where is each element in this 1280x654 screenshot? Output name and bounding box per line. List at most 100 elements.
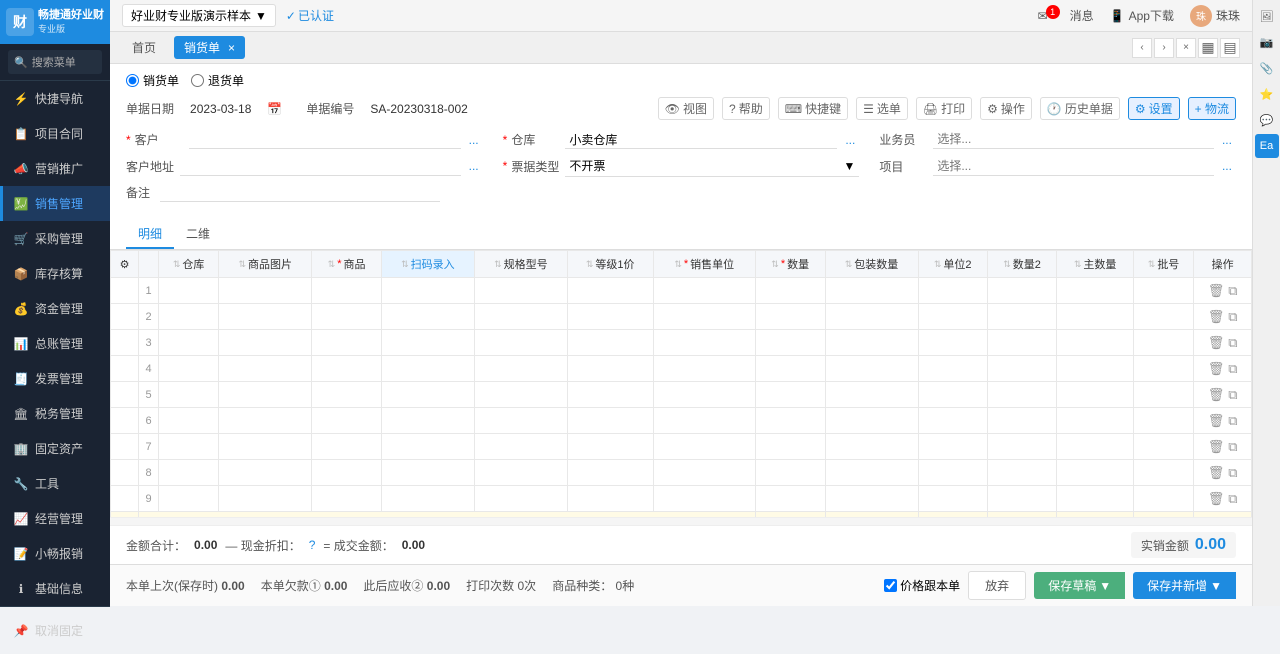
invoice-select[interactable]: 不开票 ▼ [565, 155, 859, 177]
cell-qty2[interactable] [987, 278, 1056, 304]
delete-row-btn[interactable]: 🗑 [1208, 465, 1225, 481]
tab-home[interactable]: 首页 [122, 35, 166, 60]
sidebar-item-capital[interactable]: 💰 资金管理 [0, 291, 110, 326]
cell-scan[interactable] [381, 278, 474, 304]
sort-icon[interactable]: ⇅ [845, 259, 853, 270]
tab-prev-button[interactable]: ‹ [1132, 38, 1152, 58]
sidebar-item-operation[interactable]: 📈 经营管理 [0, 501, 110, 536]
cell-product-img[interactable] [219, 304, 312, 330]
tab-close-icon[interactable]: × [228, 41, 235, 55]
sidebar-item-marketing[interactable]: 📣 营销推广 [0, 151, 110, 186]
col-qty2[interactable]: ⇅数量2 [987, 251, 1056, 278]
copy-row-btn[interactable]: ⧉ [1228, 491, 1237, 507]
salesperson-select-btn[interactable]: ... [1218, 132, 1236, 148]
view-button[interactable]: 👁 视图 [658, 97, 714, 120]
remark-input[interactable] [160, 183, 440, 202]
sort-icon[interactable]: ⇅ [771, 259, 779, 270]
cell-product[interactable] [312, 304, 382, 330]
sidebar-item-basic[interactable]: ℹ 基础信息 [0, 571, 110, 606]
right-tool-star[interactable]: ⭐ [1255, 82, 1279, 106]
customer-input[interactable] [189, 130, 461, 149]
sidebar-item-inventory[interactable]: 📦 库存核算 [0, 256, 110, 291]
salesperson-input[interactable] [933, 130, 1214, 149]
sort-icon[interactable]: ⇅ [328, 259, 336, 270]
setup-button[interactable]: ⚙ 设置 [1128, 97, 1180, 120]
sidebar-item-accounting[interactable]: 📊 总账管理 [0, 326, 110, 361]
cell-warehouse[interactable] [159, 304, 219, 330]
address-select-btn[interactable]: ... [465, 158, 483, 174]
sort-icon[interactable]: ⇅ [1074, 259, 1082, 270]
cell-pack-qty[interactable] [825, 278, 918, 304]
col-qty[interactable]: ⇅*数量 [755, 251, 825, 278]
tab-grid2-button[interactable]: ▤ [1220, 38, 1240, 58]
radio-return-input[interactable] [191, 74, 204, 87]
sort-icon[interactable]: ⇅ [239, 259, 247, 270]
right-tool-active[interactable]: Ea [1255, 134, 1279, 158]
ops-button[interactable]: ⚙ 操作 [980, 97, 1032, 120]
sidebar-item-project[interactable]: 📋 项目合同 [0, 116, 110, 151]
tab-detail[interactable]: 明细 [126, 220, 174, 249]
sort-icon[interactable]: ⇅ [1148, 259, 1156, 270]
col-scan-input[interactable]: ⇅扫码录入 [381, 251, 474, 278]
sidebar-item-fixed-assets[interactable]: 🏢 固定资产 [0, 431, 110, 466]
cell-product[interactable] [312, 278, 382, 304]
col-pack-qty[interactable]: ⇅包装数量 [825, 251, 918, 278]
cell-unit2[interactable] [918, 304, 987, 330]
sidebar-item-tax[interactable]: 🏛 税务管理 [0, 396, 110, 431]
sort-icon[interactable]: ⇅ [586, 259, 594, 270]
sort-icon[interactable]: ⇅ [173, 259, 181, 270]
project-input[interactable] [933, 157, 1214, 176]
cell-batch[interactable] [1133, 304, 1193, 330]
right-tool-image[interactable]: 🖼 [1255, 4, 1279, 28]
cell-unit2[interactable] [918, 278, 987, 304]
cell-spec[interactable] [474, 278, 567, 304]
col-spec[interactable]: ⇅规格型号 [474, 251, 567, 278]
shortcut-button[interactable]: ⌨ 快捷键 [778, 97, 848, 120]
cell-pack-qty[interactable] [825, 304, 918, 330]
data-table-wrapper[interactable]: ⚙ ⇅仓库 ⇅商品图片 ⇅*商品 ⇅扫码录入 [110, 250, 1252, 517]
cell-warehouse[interactable] [159, 330, 219, 356]
price-checkbox-label[interactable]: 价格跟本单 [884, 577, 960, 594]
radio-return-order[interactable]: 退货单 [191, 72, 244, 89]
project-select-btn[interactable]: ... [1218, 158, 1236, 174]
copy-row-btn[interactable]: ⧉ [1228, 387, 1237, 403]
radio-sales-order[interactable]: 销货单 [126, 72, 179, 89]
col-batch[interactable]: ⇅批号 [1133, 251, 1193, 278]
copy-row-btn[interactable]: ⧉ [1228, 361, 1237, 377]
col-product-img[interactable]: ⇅商品图片 [219, 251, 312, 278]
cell-spec[interactable] [474, 304, 567, 330]
sidebar-item-reports[interactable]: 📝 小畅报销 [0, 536, 110, 571]
sort-icon[interactable]: ⇅ [494, 259, 502, 270]
delete-row-btn[interactable]: 🗑 [1208, 309, 1225, 325]
sidebar-item-tools[interactable]: 🔧 工具 [0, 466, 110, 501]
cell-sales-unit[interactable] [653, 278, 755, 304]
col-warehouse[interactable]: ⇅仓库 [159, 251, 219, 278]
copy-row-btn[interactable]: ⧉ [1228, 439, 1237, 455]
abandon-button[interactable]: 放弃 [968, 571, 1026, 600]
horizontal-scrollbar[interactable] [110, 517, 1252, 525]
price-checkbox[interactable] [884, 579, 897, 592]
save-draft-button[interactable]: 保存草稿 ▼ [1034, 572, 1125, 599]
print-button[interactable]: 🖨 打印 [916, 97, 972, 120]
delete-row-btn[interactable]: 🗑 [1208, 439, 1225, 455]
app-download-button[interactable]: 📱 App下载 [1110, 7, 1174, 24]
radio-sales-input[interactable] [126, 74, 139, 87]
cell-scan[interactable] [381, 304, 474, 330]
help-circle-icon[interactable]: ? [309, 538, 316, 552]
company-selector[interactable]: 好业财专业版演示样本 ▼ [122, 4, 276, 27]
col-main-qty[interactable]: ⇅主数量 [1057, 251, 1134, 278]
calendar-icon[interactable]: 📅 [267, 102, 282, 116]
history-button[interactable]: 🕐 历史单据 [1040, 97, 1120, 120]
cell-sales-unit[interactable] [653, 304, 755, 330]
cell-main-qty[interactable] [1057, 278, 1134, 304]
save-new-button[interactable]: 保存并新增 ▼ [1133, 572, 1236, 599]
copy-row-btn[interactable]: ⧉ [1228, 465, 1237, 481]
cell-qty2[interactable] [987, 304, 1056, 330]
cell-main-qty[interactable] [1057, 304, 1134, 330]
sidebar-item-quick-nav[interactable]: ⚡ 快捷导航 [0, 81, 110, 116]
copy-row-btn[interactable]: ⧉ [1228, 413, 1237, 429]
sort-icon[interactable]: ⇅ [934, 259, 942, 270]
delete-row-btn[interactable]: 🗑 [1208, 491, 1225, 507]
sort-icon[interactable]: ⇅ [1003, 259, 1011, 270]
right-tool-camera[interactable]: 📷 [1255, 30, 1279, 54]
